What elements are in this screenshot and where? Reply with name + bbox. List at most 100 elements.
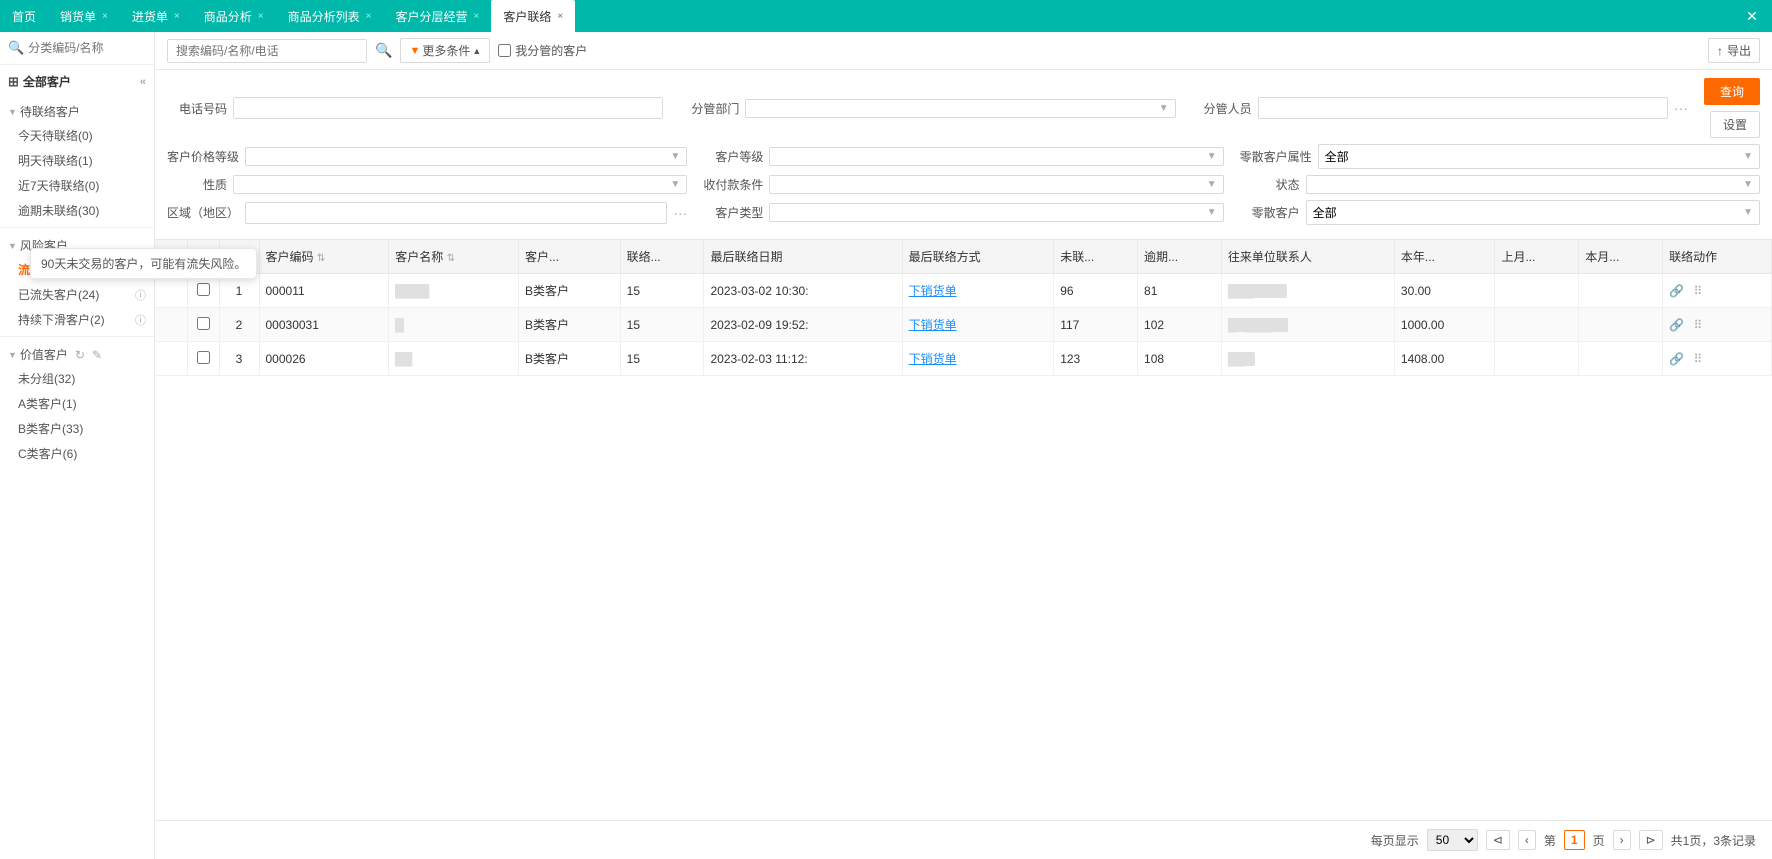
- row-no-contact-days: 123: [1054, 342, 1138, 376]
- tab-home[interactable]: 首页: [0, 0, 48, 32]
- row-number: 2: [219, 308, 259, 342]
- row-settings[interactable]: [155, 342, 187, 376]
- action-link-icon[interactable]: 🔗: [1669, 352, 1684, 366]
- action-menu-icon[interactable]: ⠿: [1693, 318, 1702, 332]
- sidebar-all-customers[interactable]: ⊞ 全部客户 «: [0, 65, 154, 98]
- row-select-checkbox[interactable]: [197, 283, 210, 296]
- payment-select[interactable]: ▼: [769, 175, 1223, 194]
- row-checkbox[interactable]: [187, 308, 219, 342]
- col-last-contact-method: 最后联络方式: [902, 240, 1054, 274]
- prev-page-button[interactable]: ‹: [1518, 830, 1536, 850]
- zero-retail-attr-arrow: ▼: [1743, 151, 1753, 162]
- sidebar-item-class-b[interactable]: B类客户(33): [0, 416, 154, 441]
- status-arrow: ▼: [1743, 179, 1753, 190]
- first-page-button[interactable]: ⊲: [1486, 830, 1510, 850]
- phone-input[interactable]: [233, 97, 663, 119]
- row-last-month: [1495, 274, 1579, 308]
- tab-sales-close[interactable]: ×: [102, 11, 108, 22]
- row-action: 🔗 ⠿: [1663, 342, 1772, 376]
- customer-type-arrow: ▼: [1207, 207, 1217, 218]
- sidebar-item-class-a[interactable]: A类客户(1): [0, 391, 154, 416]
- sidebar-item-tomorrow[interactable]: 明天待联络(1): [0, 148, 154, 173]
- zero-retail-attr-select[interactable]: 全部 ▼: [1318, 144, 1760, 169]
- contact-method-link[interactable]: 下销货单: [909, 284, 957, 298]
- sidebar-search-input[interactable]: [28, 41, 155, 55]
- sidebar-item-overdue-contact[interactable]: 逾期未联络(30): [0, 198, 154, 223]
- sidebar-item-class-c[interactable]: C类客户(6): [0, 441, 154, 466]
- zero-retail-select[interactable]: 全部 ▼: [1306, 200, 1760, 225]
- col-action: 联络动作: [1663, 240, 1772, 274]
- action-menu-icon[interactable]: ⠿: [1693, 352, 1702, 366]
- tab-goods-analysis-label: 商品分析: [204, 8, 252, 25]
- more-conditions-button[interactable]: ▼ 更多条件 ▲: [400, 38, 490, 63]
- row-last-contact-method[interactable]: 下销货单: [902, 308, 1054, 342]
- current-page: 1: [1564, 830, 1585, 850]
- person-input[interactable]: [1258, 97, 1668, 119]
- last-page-button[interactable]: ⊳: [1639, 830, 1663, 850]
- per-page-select[interactable]: 50 100 200: [1427, 829, 1478, 851]
- row-last-contact-method[interactable]: 下销货单: [902, 274, 1054, 308]
- action-link-icon[interactable]: 🔗: [1669, 284, 1684, 298]
- tab-purchase-close[interactable]: ×: [174, 11, 180, 22]
- filter-search-input[interactable]: [167, 39, 367, 63]
- sidebar-item-today[interactable]: 今天待联络(0): [0, 123, 154, 148]
- contact-method-link[interactable]: 下销货单: [909, 352, 957, 366]
- person-more[interactable]: ···: [1674, 100, 1688, 116]
- export-button[interactable]: ↑ 导出: [1708, 38, 1760, 63]
- col-code[interactable]: 客户编码 ⇅: [259, 240, 389, 274]
- my-customers-checkbox[interactable]: [498, 44, 511, 57]
- sidebar-item-declining[interactable]: 持续下滑客户(2) ⓘ: [0, 307, 154, 332]
- my-customers-checkbox-label[interactable]: 我分管的客户: [498, 42, 587, 59]
- row-last-contact-method[interactable]: 下销货单: [902, 342, 1054, 376]
- tab-goods-analysis-list-close[interactable]: ×: [366, 11, 372, 22]
- declining-label: 持续下滑客户(2): [18, 311, 105, 328]
- tab-home-label: 首页: [12, 8, 36, 25]
- sidebar-item-unclassified[interactable]: 未分组(32): [0, 366, 154, 391]
- sidebar-section-pending[interactable]: ▼ 待联络客户: [0, 98, 154, 123]
- filter-row-4: 区域（地区） ··· 客户类型 ▼ 零散客户 全部 ▼: [167, 200, 1760, 225]
- class-a-label: A类客户(1): [18, 395, 77, 412]
- row-select-checkbox[interactable]: [197, 351, 210, 364]
- tab-sales[interactable]: 销货单 ×: [48, 0, 120, 32]
- tab-customer-link[interactable]: 客户联络 ×: [491, 0, 575, 32]
- sidebar-section-value[interactable]: ▼ 价值客户 ↻ ✎: [0, 341, 154, 366]
- tab-customer-link-close[interactable]: ×: [557, 11, 563, 22]
- contact-method-link[interactable]: 下销货单: [909, 318, 957, 332]
- filter-search-button[interactable]: 🔍: [375, 42, 392, 59]
- row-overdue: 108: [1138, 342, 1222, 376]
- action-link-icon[interactable]: 🔗: [1669, 318, 1684, 332]
- tab-goods-analysis-list[interactable]: 商品分析列表 ×: [276, 0, 384, 32]
- tab-customer-segment-close[interactable]: ×: [473, 11, 479, 22]
- tab-customer-segment[interactable]: 客户分层经营 ×: [383, 0, 491, 32]
- price-level-arrow: ▼: [670, 151, 680, 162]
- week-label: 近7天待联络(0): [18, 177, 99, 194]
- action-menu-icon[interactable]: ⠿: [1693, 284, 1702, 298]
- window-close-button[interactable]: ✕: [1732, 0, 1772, 32]
- dept-select[interactable]: ▼: [745, 99, 1175, 118]
- customer-type-select[interactable]: ▼: [769, 203, 1223, 222]
- row-settings[interactable]: [155, 308, 187, 342]
- gender-select[interactable]: ▼: [233, 175, 687, 194]
- sidebar-item-week[interactable]: 近7天待联络(0): [0, 173, 154, 198]
- filter-field-payment: 收付款条件 ▼: [703, 175, 1223, 194]
- row-select-checkbox[interactable]: [197, 317, 210, 330]
- refresh-icon[interactable]: ↻: [75, 348, 85, 362]
- sidebar-item-already-churn[interactable]: 已流失客户(24) ⓘ: [0, 282, 154, 307]
- status-select[interactable]: ▼: [1306, 175, 1760, 194]
- settings-button[interactable]: 设置: [1710, 111, 1760, 138]
- region-input[interactable]: [245, 202, 667, 224]
- price-level-select[interactable]: ▼: [245, 147, 687, 166]
- tab-purchase[interactable]: 进货单 ×: [120, 0, 192, 32]
- edit-icon[interactable]: ✎: [92, 348, 102, 362]
- tab-goods-analysis[interactable]: 商品分析 ×: [192, 0, 276, 32]
- tab-goods-analysis-close[interactable]: ×: [258, 11, 264, 22]
- customer-level-select[interactable]: ▼: [769, 147, 1223, 166]
- sidebar-search-icon: 🔍: [8, 40, 24, 56]
- row-checkbox[interactable]: [187, 342, 219, 376]
- content-area: 🔍 ▼ 更多条件 ▲ 我分管的客户 ↑ 导出 电话号码: [155, 32, 1772, 859]
- next-page-button[interactable]: ›: [1613, 830, 1631, 850]
- region-more[interactable]: ···: [673, 205, 687, 221]
- col-name[interactable]: 客户名称 ⇅: [389, 240, 519, 274]
- section-pending-label: 待联络客户: [20, 103, 80, 120]
- query-button[interactable]: 查询: [1704, 78, 1760, 105]
